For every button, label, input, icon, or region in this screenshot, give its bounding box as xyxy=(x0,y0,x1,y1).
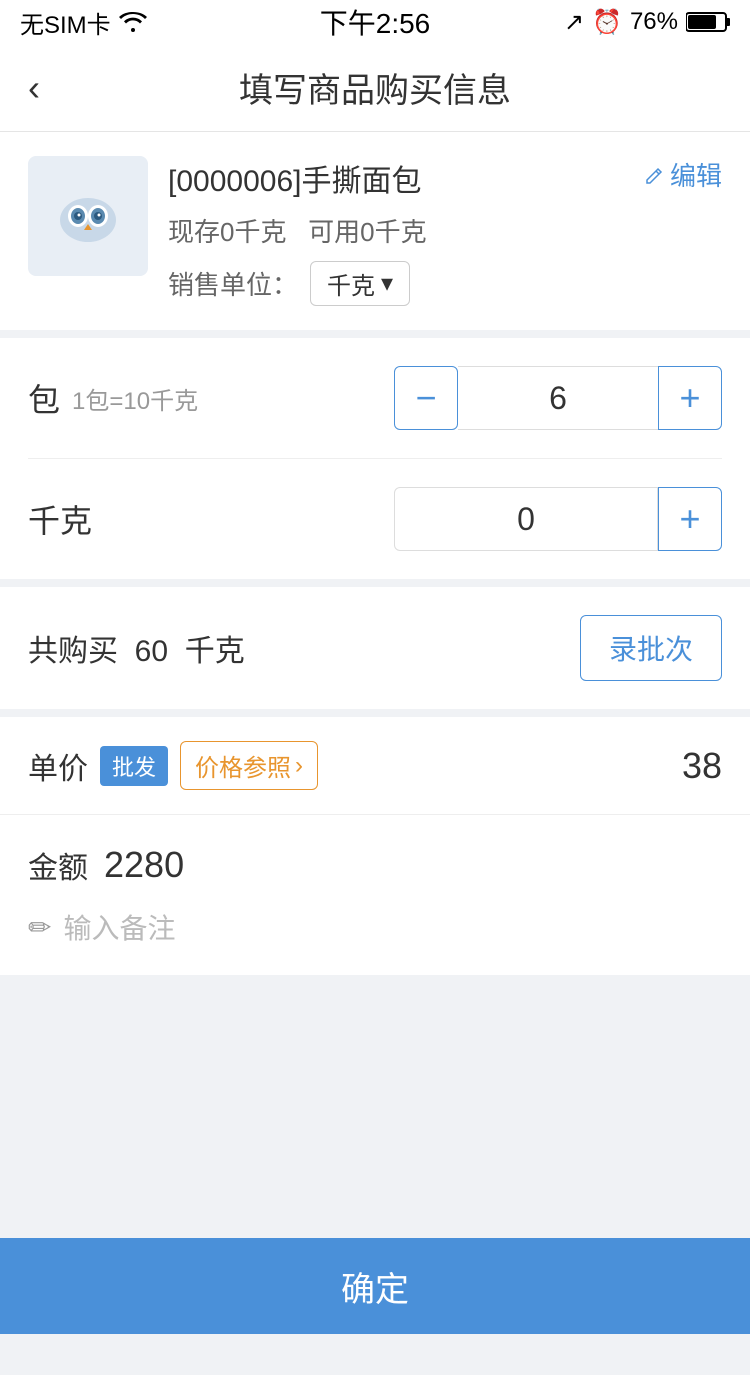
total-amount: 60 xyxy=(135,635,168,668)
total-text: 共购买 60 千克 xyxy=(28,626,245,670)
package-label: 包 1包=10千克 xyxy=(28,375,198,421)
price-ref-button[interactable]: 价格参照 › xyxy=(180,741,318,790)
carrier-text: 无SIM卡 xyxy=(20,5,111,40)
price-type-tag: 批发 xyxy=(100,746,168,786)
price-row: 单价 批发 价格参照 › 38 xyxy=(28,741,722,814)
product-info: [0000006]手撕面包 编辑 现存0千克 可用0千克 销售单位： 千克 ▾ xyxy=(168,156,722,306)
package-increment-button[interactable]: + xyxy=(658,366,722,430)
status-left: 无SIM卡 xyxy=(20,5,147,40)
remark-placeholder: 输入备注 xyxy=(63,907,175,947)
amount-section: 金额 2280 ✏ 输入备注 xyxy=(0,815,750,975)
dropdown-arrow-icon: ▾ xyxy=(381,269,393,298)
batch-button[interactable]: 录批次 xyxy=(580,615,722,681)
kg-increment-button[interactable]: + xyxy=(658,487,722,551)
back-button[interactable]: ‹ xyxy=(28,67,40,109)
price-section: 单价 批发 价格参照 › 38 xyxy=(0,717,750,815)
package-controls: − + xyxy=(394,366,722,430)
package-hint: 1包=10千克 xyxy=(72,381,198,416)
page-title: 填写商品购买信息 xyxy=(239,63,511,112)
unit-select[interactable]: 千克 ▾ xyxy=(310,261,410,306)
total-section: 共购买 60 千克 录批次 xyxy=(0,587,750,717)
kg-input[interactable] xyxy=(394,487,658,551)
amount-row: 金额 2280 xyxy=(28,843,722,887)
quantity-section: 包 1包=10千克 − + 千克 + xyxy=(0,338,750,587)
wifi-icon xyxy=(119,12,147,32)
price-ref-arrow-icon: › xyxy=(295,752,303,780)
package-decrement-button[interactable]: − xyxy=(394,366,458,430)
edit-button[interactable]: 编辑 xyxy=(644,156,722,193)
battery-text: 76% xyxy=(630,8,678,36)
package-row: 包 1包=10千克 − + xyxy=(28,338,722,459)
alarm-icon: ⏰ xyxy=(592,8,622,37)
battery-icon xyxy=(686,11,730,33)
price-value: 38 xyxy=(682,745,722,787)
package-input[interactable] xyxy=(458,366,658,430)
product-card: [0000006]手撕面包 编辑 现存0千克 可用0千克 销售单位： 千克 ▾ xyxy=(0,132,750,338)
kg-row: 千克 + xyxy=(28,459,722,579)
product-image xyxy=(28,156,148,276)
kg-label: 千克 xyxy=(28,496,92,542)
edit-icon xyxy=(644,164,666,186)
confirm-button[interactable]: 确定 xyxy=(0,1238,750,1334)
amount-label: 金额 xyxy=(28,843,88,887)
remark-icon: ✏ xyxy=(28,911,51,944)
nav-bar: ‹ 填写商品购买信息 xyxy=(0,44,750,132)
product-name: [0000006]手撕面包 xyxy=(168,156,421,200)
edit-label: 编辑 xyxy=(670,156,722,193)
product-stock: 现存0千克 可用0千克 xyxy=(168,212,722,249)
location-icon: ↗ xyxy=(564,8,584,37)
remark-row[interactable]: ✏ 输入备注 xyxy=(28,907,722,947)
product-logo-icon xyxy=(52,186,124,246)
price-label: 单价 批发 价格参照 › xyxy=(28,741,318,790)
kg-controls: + xyxy=(394,487,722,551)
status-right: ↗ ⏰ 76% xyxy=(564,8,730,37)
product-unit: 销售单位： 千克 ▾ xyxy=(168,261,722,306)
status-bar: 无SIM卡 下午2:56 ↗ ⏰ 76% xyxy=(0,0,750,44)
amount-value: 2280 xyxy=(104,844,184,886)
status-time: 下午2:56 xyxy=(320,2,431,42)
